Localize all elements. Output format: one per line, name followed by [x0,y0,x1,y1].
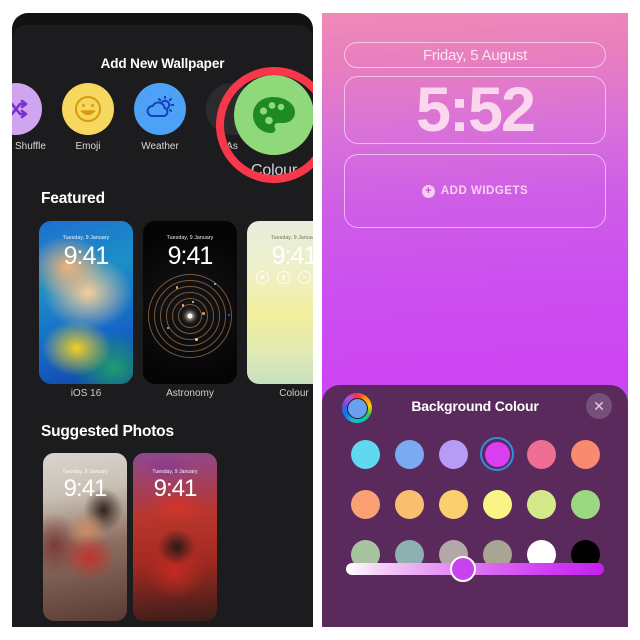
suggested-photo-2[interactable]: Tuesday, 9 January 9:41 [133,453,217,621]
color-swatch-fill [484,441,510,467]
lock-screen-preview-panel: Friday, 5 August 5:52 + ADD WIDGETS Back… [322,13,628,627]
slider-thumb[interactable] [450,556,477,582]
suggested-photo-1[interactable]: Tuesday, 9 January 9:41 [43,453,127,621]
color-swatch-fill [394,439,424,469]
add-wallpaper-sheet: Add New Wallpaper Photo Shuffle [12,25,313,627]
category-label: Emoji [75,141,101,152]
page-title: Add New Wallpaper [100,56,225,71]
color-swatch[interactable] [436,437,470,471]
section-heading-featured: Featured [41,190,105,207]
lock-screen-date: Friday, 5 August [422,46,528,64]
thumb-time: 9:41 [271,242,313,270]
color-swatch[interactable] [568,487,602,521]
suggested-photos-row: Tuesday, 9 January 9:41 Tuesday, 9 Janua… [43,453,303,627]
featured-thumb-ios16[interactable]: Tuesday, 9 January 9:41 [39,221,133,384]
color-swatch[interactable] [524,437,558,471]
color-swatch[interactable] [480,437,514,471]
sun-glyph [187,313,193,319]
widget-icon-alarm: ▮ [277,271,290,284]
color-swatch[interactable] [568,437,602,471]
section-heading-suggested-photos: Suggested Photos [41,423,174,440]
lock-screen-time: 5:52 [415,75,536,145]
weather-icon [134,83,186,135]
color-swatch[interactable] [524,487,558,521]
category-emoji[interactable]: Emoji [54,83,122,153]
screenshot-stage: Add New Wallpaper Photo Shuffle [0,0,640,640]
thumb-time: 9:41 [167,242,214,270]
color-swatch-fill [438,489,468,519]
category-label: Photo Shuffle [12,141,46,152]
thumb-time: 9:41 [63,242,110,270]
widget-icon-battery: ◉ [256,271,269,284]
thumb-time: 9:41 [153,475,198,502]
brightness-slider[interactable] [346,556,604,582]
featured-caption: Colour [279,388,309,399]
color-swatch-fill [526,489,556,519]
plus-icon: + [421,184,435,198]
sheet-title: Background Colour [411,398,539,414]
featured-row: Tuesday, 9 January 9:41 iOS 16 Tuesday, … [39,221,313,401]
color-swatch-fill [570,439,600,469]
thumb-widget-icons: ◉ ▮ ∞ ↕ [247,271,313,284]
close-icon[interactable]: ✕ [586,393,612,419]
shuffle-icon [12,83,42,135]
category-colour[interactable]: Colour [230,75,313,180]
lock-screen-date-widget[interactable]: Friday, 5 August [344,42,606,68]
lock-screen-time-widget[interactable]: 5:52 [344,76,606,144]
widget-icon-fitness: ∞ [298,271,311,284]
color-swatch-fill [394,489,424,519]
color-swatch[interactable] [348,487,382,521]
color-swatch-fill [350,439,380,469]
background-colour-sheet: Background Colour ✕ [322,385,628,627]
color-swatch-fill [350,489,380,519]
color-swatch-fill [570,489,600,519]
add-wallpaper-panel: Add New Wallpaper Photo Shuffle [12,13,313,627]
category-weather[interactable]: Weather [126,83,194,153]
color-swatch-fill [482,489,512,519]
color-swatch[interactable] [392,437,426,471]
featured-caption: iOS 16 [70,388,102,399]
color-swatch[interactable] [348,437,382,471]
color-swatch[interactable] [436,487,470,521]
category-photo-shuffle[interactable]: Photo Shuffle [12,83,50,153]
category-label: Weather [141,141,179,152]
color-swatch[interactable] [392,487,426,521]
category-colour-label: Colour [251,162,297,179]
add-widgets-button[interactable]: + ADD WIDGETS [344,154,606,228]
color-swatch-fill [526,439,556,469]
color-swatch-grid [343,437,607,571]
thumb-time: 9:41 [63,475,108,502]
smiley-icon [62,83,114,135]
color-swatch[interactable] [480,487,514,521]
featured-thumb-colour[interactable]: Tuesday, 9 January 9:41 ◉ ▮ ∞ ↕ [247,221,313,384]
featured-thumb-astronomy[interactable]: Tuesday, 9 January 9:41 [143,221,237,384]
color-swatch-fill [438,439,468,469]
add-widgets-label: ADD WIDGETS [440,185,529,197]
featured-caption: Astronomy [166,388,214,399]
palette-icon [234,75,313,155]
